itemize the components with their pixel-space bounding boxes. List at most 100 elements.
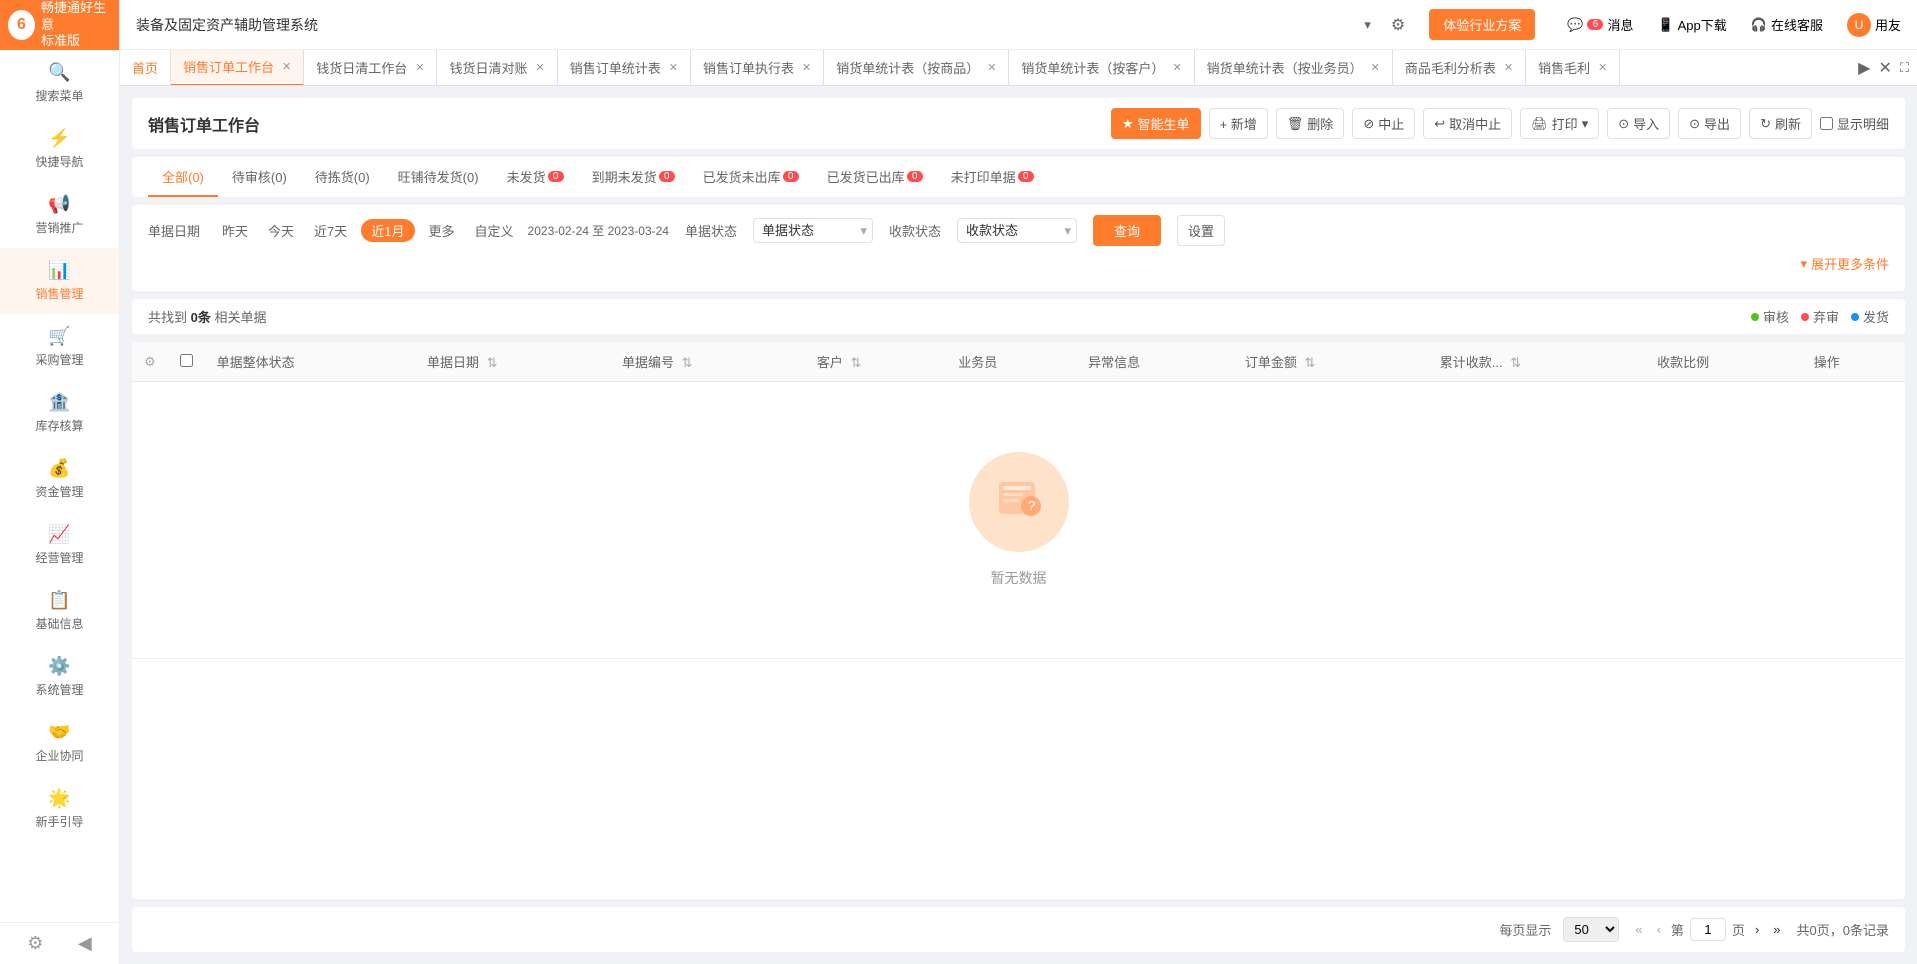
sub-tab-shipped-not-out[interactable]: 已发货未出库 0 — [689, 157, 813, 197]
select-all-checkbox[interactable] — [180, 354, 193, 367]
date-option-custom[interactable]: 自定义 — [469, 219, 520, 242]
tab-sales-staff[interactable]: 销货单统计表（按业务员） ✕ — [1195, 50, 1393, 86]
delete-label: 删除 — [1307, 114, 1333, 133]
sidebar-item-marketing[interactable]: 📢 营销推广 — [0, 182, 119, 248]
app-download-action[interactable]: 📱 App下载 — [1657, 15, 1726, 34]
tab-close-sales-stat[interactable]: ✕ — [669, 61, 678, 74]
sidebar-settings-btn[interactable]: ⚙ — [27, 933, 43, 954]
sub-tab-not-printed[interactable]: 未打印单据 0 — [937, 157, 1048, 197]
ship-action[interactable]: 发货 — [1851, 307, 1889, 326]
expand-filter-button[interactable]: ▾ 展开更多条件 — [1800, 254, 1889, 273]
tab-profit-analysis[interactable]: 商品毛利分析表 ✕ — [1393, 50, 1526, 86]
online-service-action[interactable]: 🎧 在线客服 — [1751, 15, 1823, 34]
reject-action[interactable]: 弃审 — [1801, 307, 1839, 326]
tab-close-sales-product[interactable]: ✕ — [987, 61, 996, 74]
page-number-input[interactable] — [1690, 918, 1726, 941]
th-checkbox[interactable] — [168, 342, 205, 382]
th-number[interactable]: 单据编号 ⇅ — [610, 342, 805, 382]
first-page-btn[interactable]: « — [1631, 920, 1646, 939]
refresh-button[interactable]: ↻ 刷新 — [1749, 108, 1812, 139]
next-page-btn[interactable]: › — [1751, 920, 1763, 939]
tab-money-reconcile[interactable]: 钱货日清对账 ✕ — [437, 50, 557, 86]
tab-close-sales-exec[interactable]: ✕ — [802, 61, 811, 74]
tab-sales-product[interactable]: 销货单统计表（按商品） ✕ — [824, 50, 1009, 86]
sub-tab-pending-review[interactable]: 待审核(0) — [218, 157, 301, 197]
export-button[interactable]: ⊙ 导出 — [1678, 108, 1741, 139]
query-button[interactable]: 查询 — [1093, 215, 1161, 246]
prev-page-btn[interactable]: ‹ — [1653, 920, 1665, 939]
sidebar-item-quick-nav[interactable]: ⚡ 快捷导航 — [0, 116, 119, 182]
tab-close-profit-analysis[interactable]: ✕ — [1504, 61, 1513, 74]
page-size-select[interactable]: 50 20 100 — [1563, 917, 1619, 942]
th-customer[interactable]: 客户 ⇅ — [805, 342, 946, 382]
add-button[interactable]: + 新增 — [1209, 108, 1268, 139]
sidebar-item-system[interactable]: ⚙️ 系统管理 — [0, 644, 119, 710]
th-abnormal[interactable]: 异常信息 — [1076, 342, 1233, 382]
sub-tab-overdue-unshipped[interactable]: 到期未发货 0 — [578, 157, 689, 197]
sub-tab-wangpu[interactable]: 旺铺待发货(0) — [384, 157, 493, 197]
sidebar-item-purchase[interactable]: 🛒 采购管理 — [0, 314, 119, 380]
import-button[interactable]: ⊙ 导入 — [1607, 108, 1670, 139]
th-overall-status[interactable]: 单据整体状态 — [205, 342, 415, 382]
tab-fullscreen-icon[interactable]: ⛶ — [1900, 60, 1909, 76]
sidebar-item-guide[interactable]: 🌟 新手引导 — [0, 776, 119, 842]
trial-button[interactable]: 体验行业方案 — [1429, 9, 1535, 40]
approve-action[interactable]: 审核 — [1751, 307, 1789, 326]
sub-tab-pending-pick[interactable]: 待拣货(0) — [301, 157, 384, 197]
date-option-1month[interactable]: 近1月 — [361, 219, 414, 242]
date-option-more[interactable]: 更多 — [423, 219, 461, 242]
sidebar-item-basic-info[interactable]: 📋 基础信息 — [0, 578, 119, 644]
sidebar-collapse-btn[interactable]: ◀ — [78, 933, 92, 954]
sub-tab-all[interactable]: 全部(0) — [148, 157, 218, 197]
sidebar-item-inventory[interactable]: 🏦 库存核算 — [0, 380, 119, 446]
tab-close-sales-order[interactable]: ✕ — [282, 60, 291, 73]
cancel-suspend-button[interactable]: ↩ 取消中止 — [1423, 108, 1512, 139]
payment-select[interactable]: 收款状态 — [957, 218, 1077, 243]
date-option-7days[interactable]: 近7天 — [308, 219, 353, 242]
date-option-yesterday[interactable]: 昨天 — [216, 219, 254, 242]
sidebar-item-operation[interactable]: 📈 经营管理 — [0, 512, 119, 578]
delete-button[interactable]: 🗑 删除 — [1276, 108, 1345, 139]
tab-close-all-icon[interactable]: ✕ — [1878, 58, 1891, 78]
tab-close-sales-profit[interactable]: ✕ — [1598, 61, 1607, 74]
message-action[interactable]: 💬 6 消息 — [1567, 15, 1633, 34]
export-icon: ⊙ — [1689, 116, 1700, 132]
settings-icon[interactable]: ⚙ — [1391, 15, 1405, 35]
filter-settings-button[interactable]: 设置 — [1177, 215, 1225, 246]
sub-tab-shipped-out[interactable]: 已发货已出库 0 — [813, 157, 937, 197]
sub-tab-unshipped[interactable]: 未发货 0 — [493, 157, 578, 197]
sidebar-item-sales[interactable]: 📊 销售管理 — [0, 248, 119, 314]
tab-close-money-reconcile[interactable]: ✕ — [536, 61, 545, 74]
tab-close-money-clear[interactable]: ✕ — [415, 61, 424, 74]
tab-sales-profit[interactable]: 销售毛利 ✕ — [1526, 50, 1620, 86]
tab-sales-order[interactable]: 销售订单工作台 ✕ — [171, 50, 304, 86]
tab-home[interactable]: 首页 — [120, 50, 171, 86]
sidebar-item-enterprise[interactable]: 🤝 企业协同 — [0, 710, 119, 776]
th-amount[interactable]: 订单金额 ⇅ — [1233, 342, 1428, 382]
th-ratio[interactable]: 收款比例 — [1645, 342, 1802, 382]
status-select[interactable]: 单据状态 — [753, 218, 873, 243]
show-detail-input[interactable] — [1820, 117, 1833, 130]
tab-sales-stat[interactable]: 销售订单统计表 ✕ — [558, 50, 691, 86]
suspend-button[interactable]: ⊘ 中止 — [1352, 108, 1415, 139]
tab-close-sales-customer[interactable]: ✕ — [1172, 61, 1181, 74]
th-date[interactable]: 单据日期 ⇅ — [415, 342, 610, 382]
print-button[interactable]: 🖨 打印 ▾ — [1520, 108, 1599, 139]
system-dropdown-icon[interactable]: ▾ — [1364, 17, 1371, 33]
tab-scroll-right-icon[interactable]: ▶ — [1858, 58, 1870, 78]
sidebar-item-search[interactable]: 🔍 搜索菜单 — [0, 50, 119, 116]
tab-close-sales-staff[interactable]: ✕ — [1371, 61, 1380, 74]
sidebar-item-finance[interactable]: 💰 资金管理 — [0, 446, 119, 512]
last-page-btn[interactable]: » — [1769, 920, 1784, 939]
tab-money-clear[interactable]: 钱货日清工作台 ✕ — [304, 50, 437, 86]
user-action[interactable]: U 用友 — [1847, 13, 1901, 37]
th-staff[interactable]: 业务员 — [946, 342, 1076, 382]
th-settings[interactable]: ⚙ — [132, 342, 168, 382]
show-detail-checkbox[interactable]: 显示明细 — [1820, 114, 1889, 133]
th-received[interactable]: 累计收款... ⇅ — [1428, 342, 1645, 382]
not-printed-badge: 0 — [1018, 171, 1034, 182]
tab-sales-exec[interactable]: 销售订单执行表 ✕ — [691, 50, 824, 86]
tab-sales-customer[interactable]: 销货单统计表（按客户） ✕ — [1009, 50, 1194, 86]
smart-create-button[interactable]: ★ 智能生单 — [1111, 108, 1201, 139]
date-option-today[interactable]: 今天 — [262, 219, 300, 242]
